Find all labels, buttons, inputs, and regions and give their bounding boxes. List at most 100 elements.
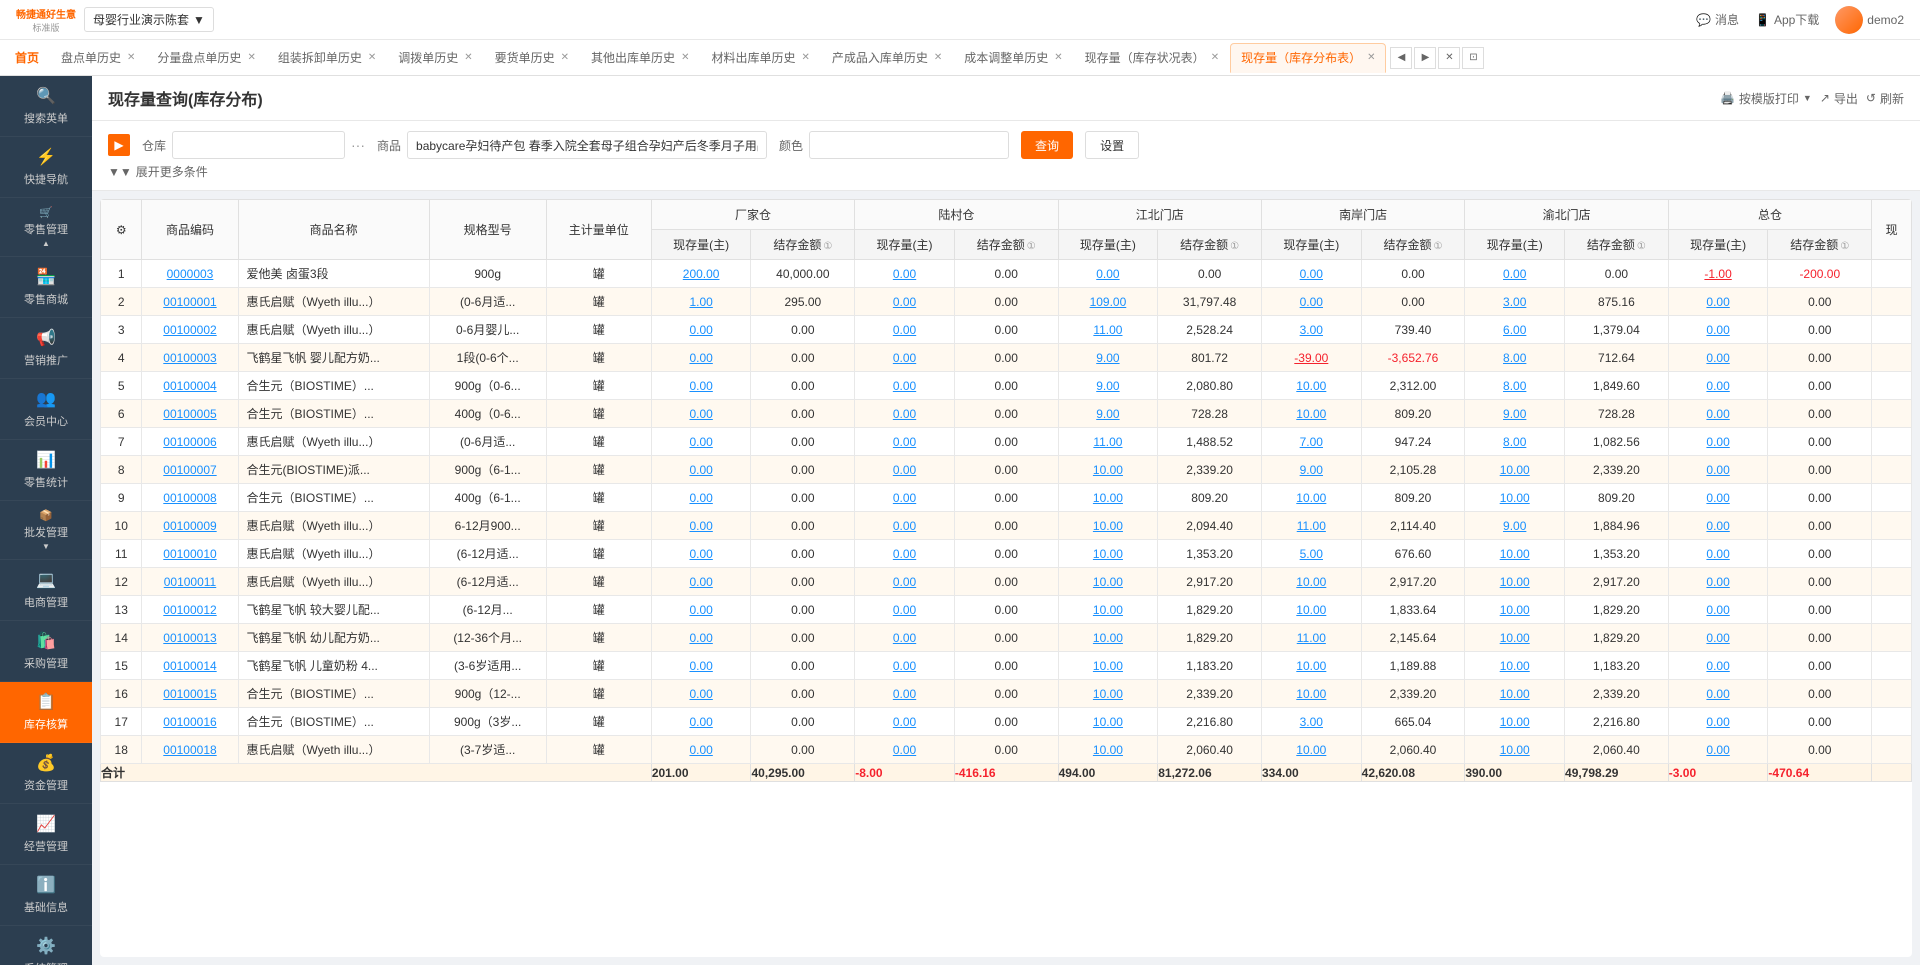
qty-link[interactable]: 11.00 [1093,323,1122,337]
qty-link[interactable]: 10.00 [1500,687,1530,701]
tab-material-out[interactable]: 材料出库单历史 ✕ [700,43,820,73]
qty-link[interactable]: 8.00 [1503,351,1526,365]
qty-link[interactable]: 0.00 [689,407,712,421]
qty-link[interactable]: 0.00 [893,631,916,645]
qty-link[interactable]: 11.00 [1297,631,1326,645]
qty-link[interactable]: 0.00 [893,575,916,589]
close-icon[interactable]: ✕ [247,52,255,63]
qty-link[interactable]: 3.00 [1300,715,1323,729]
warehouse-input[interactable] [172,131,345,159]
qty-link[interactable]: 0.00 [1706,435,1729,449]
product-code-link[interactable]: 00100005 [163,407,216,421]
product-code-link[interactable]: 00100011 [164,575,217,589]
qty-link[interactable]: 0.00 [689,603,712,617]
qty-link[interactable]: 0.00 [689,575,712,589]
qty-link[interactable]: 10.00 [1093,687,1123,701]
qty-link[interactable]: 10.00 [1093,603,1123,617]
qty-link[interactable]: 0.00 [893,519,916,533]
qty-link[interactable]: 10.00 [1500,659,1530,673]
sidebar-item-purchase[interactable]: 🛍️ 采购管理 [0,621,92,682]
qty-link[interactable]: 0.00 [1706,491,1729,505]
qty-link[interactable]: 8.00 [1503,379,1526,393]
qty-link[interactable]: 10.00 [1093,575,1123,589]
qty-link[interactable]: 200.00 [683,267,720,281]
qty-link[interactable]: 0.00 [1706,407,1729,421]
qty-link[interactable]: -39.00 [1294,351,1328,365]
sidebar-item-marketing[interactable]: 📢 营销推广 [0,318,92,379]
sidebar-item-quick-nav[interactable]: ⚡ 快捷导航 [0,137,92,198]
qty-link[interactable]: 0.00 [1503,267,1526,281]
qty-link[interactable]: 0.00 [893,715,916,729]
qty-link[interactable]: 10.00 [1296,407,1326,421]
tab-requisition[interactable]: 要货单历史 ✕ [484,43,580,73]
qty-link[interactable]: 0.00 [1706,295,1729,309]
qty-link[interactable]: 0.00 [893,407,916,421]
qty-link[interactable]: 10.00 [1500,603,1530,617]
close-icon[interactable]: ✕ [368,52,376,63]
qty-link[interactable]: 0.00 [1300,267,1323,281]
qty-link[interactable]: 0.00 [689,659,712,673]
product-code-link[interactable]: 00100014 [163,659,216,673]
info-icon[interactable]: ① [1027,241,1036,252]
close-icon[interactable]: ✕ [1367,52,1375,63]
product-code-link[interactable]: 00100009 [163,519,216,533]
product-code-link[interactable]: 00100007 [163,463,216,477]
qty-link[interactable]: 3.00 [1503,295,1526,309]
qty-link[interactable]: 0.00 [1706,323,1729,337]
qty-link[interactable]: 10.00 [1296,687,1326,701]
qty-link[interactable]: 10.00 [1500,491,1530,505]
qty-link[interactable]: 0.00 [689,435,712,449]
qty-link[interactable]: 0.00 [689,687,712,701]
qty-link[interactable]: 0.00 [893,743,916,757]
qty-link[interactable]: 0.00 [893,687,916,701]
refresh-btn[interactable]: ↺ 刷新 [1866,90,1904,107]
qty-link[interactable]: 10.00 [1093,659,1123,673]
sidebar-item-member[interactable]: 👥 会员中心 [0,379,92,440]
sidebar-item-base-info[interactable]: ℹ️ 基础信息 [0,865,92,926]
product-input[interactable] [407,131,767,159]
tab-stock-distribution[interactable]: 现存量（库存分布表） ✕ [1230,43,1386,73]
sidebar-item-wholesale[interactable]: 📦 批发管理 ▼ [0,501,92,560]
qty-link[interactable]: 3.00 [1300,323,1323,337]
qty-link[interactable]: 0.00 [893,547,916,561]
product-code-link[interactable]: 0000003 [167,267,214,281]
qty-link[interactable]: 10.00 [1296,491,1326,505]
qty-link[interactable]: 0.00 [1706,379,1729,393]
orange-toggle-btn[interactable]: ▶ [108,134,130,156]
tab-stock-status[interactable]: 现存量（库存状况表） ✕ [1074,43,1230,73]
close-icon[interactable]: ✕ [934,52,942,63]
product-code-link[interactable]: 00100001 [163,295,216,309]
info-icon[interactable]: ① [1434,241,1443,252]
tab-inventory-check[interactable]: 盘点单历史 ✕ [50,43,146,73]
qty-link[interactable]: 10.00 [1500,715,1530,729]
qty-link[interactable]: 10.00 [1296,379,1326,393]
info-icon[interactable]: ① [1230,241,1239,252]
user-area[interactable]: demo2 [1835,6,1904,34]
close-icon[interactable]: ✕ [681,52,689,63]
sidebar-item-retail-shop[interactable]: 🏪 零售商城 [0,257,92,318]
th-gear[interactable]: ⚙ [101,200,142,260]
close-icon[interactable]: ✕ [127,52,135,63]
sidebar-item-ecommerce[interactable]: 💻 电商管理 [0,560,92,621]
qty-link[interactable]: 10.00 [1296,575,1326,589]
qty-link[interactable]: 0.00 [689,491,712,505]
qty-link[interactable]: 11.00 [1093,435,1122,449]
qty-link[interactable]: 0.00 [893,463,916,477]
tab-other-out[interactable]: 其他出库单历史 ✕ [580,43,700,73]
tab-home[interactable]: 首页 [4,43,50,73]
qty-link[interactable]: 9.00 [1096,351,1119,365]
qty-link[interactable]: 9.00 [1300,463,1323,477]
qty-link[interactable]: 0.00 [893,351,916,365]
qty-link[interactable]: 0.00 [689,547,712,561]
qty-link[interactable]: 0.00 [1706,743,1729,757]
qty-link[interactable]: 10.00 [1500,547,1530,561]
sidebar-item-retail-stats[interactable]: 📊 零售统计 [0,440,92,501]
product-code-link[interactable]: 00100018 [163,743,216,757]
close-icon[interactable]: ✕ [801,52,809,63]
qty-link[interactable]: 10.00 [1093,547,1123,561]
qty-link[interactable]: 10.00 [1093,715,1123,729]
expand-conditions-btn[interactable]: ▼▼ 展开更多条件 [108,163,1904,180]
product-code-link[interactable]: 00100002 [163,323,216,337]
qty-link[interactable]: 10.00 [1500,743,1530,757]
tab-next-btn[interactable]: ▶ [1414,47,1436,69]
